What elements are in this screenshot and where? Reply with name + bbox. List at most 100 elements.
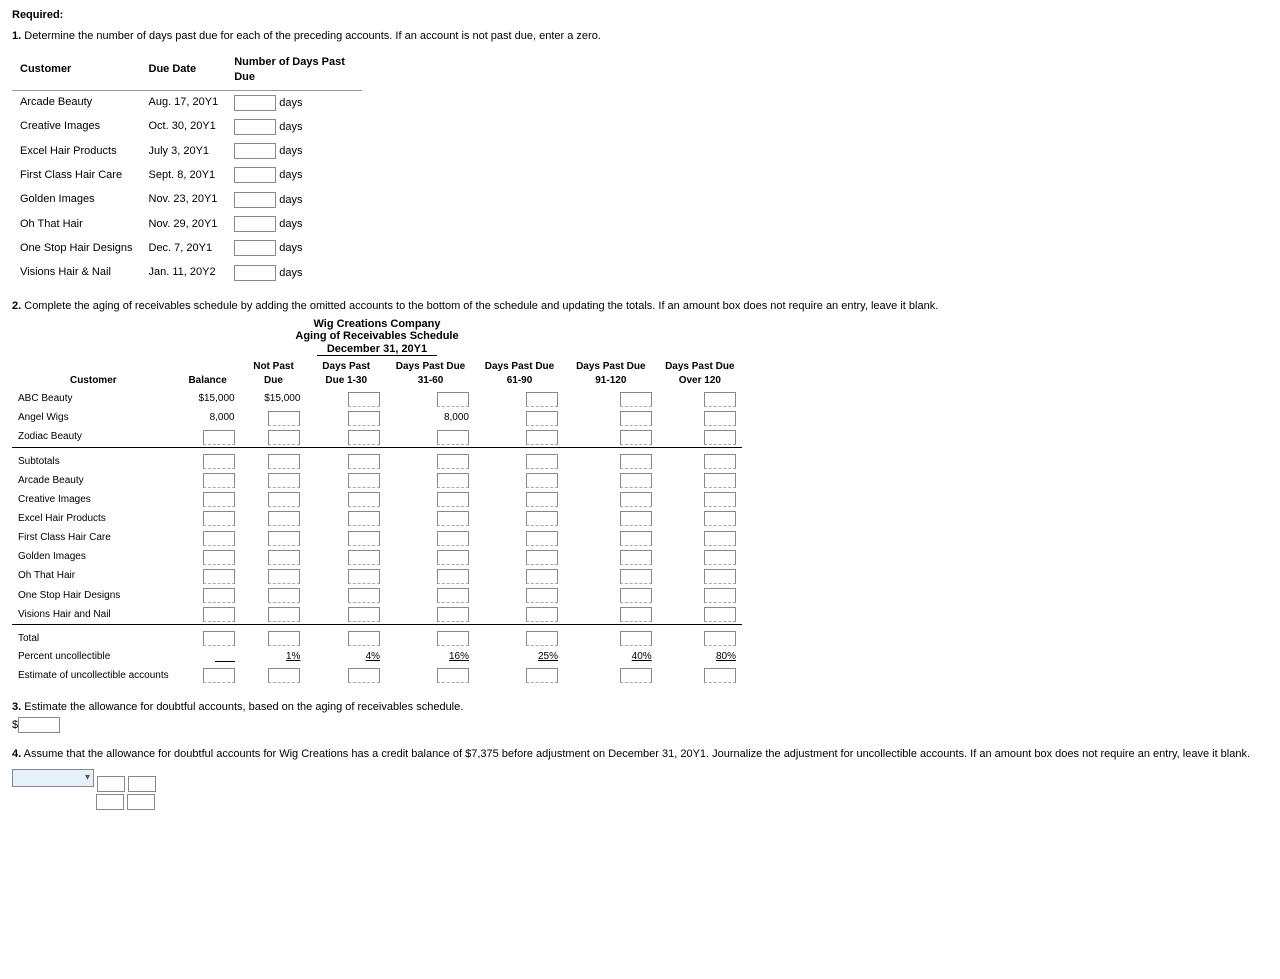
days-input[interactable]: [234, 167, 276, 183]
amount-input[interactable]: [268, 550, 300, 565]
amount-input[interactable]: [268, 588, 300, 603]
amount-input[interactable]: [203, 454, 235, 469]
amount-input[interactable]: [704, 550, 736, 565]
days-input[interactable]: [234, 240, 276, 256]
amount-input[interactable]: [526, 607, 558, 622]
amount-input[interactable]: [620, 454, 652, 469]
amount-input[interactable]: [268, 668, 300, 683]
amount-input[interactable]: [348, 454, 380, 469]
amount-input[interactable]: [620, 588, 652, 603]
days-input[interactable]: [234, 95, 276, 111]
amount-input[interactable]: [268, 430, 300, 445]
amount-input[interactable]: [704, 588, 736, 603]
amount-input[interactable]: [268, 607, 300, 622]
amount-input[interactable]: [437, 550, 469, 565]
amount-input[interactable]: [437, 392, 469, 407]
amount-input[interactable]: [203, 668, 235, 683]
amount-input[interactable]: [437, 588, 469, 603]
amount-input[interactable]: [704, 511, 736, 526]
amount-input[interactable]: [348, 607, 380, 622]
amount-input[interactable]: [704, 607, 736, 622]
amount-input[interactable]: [437, 569, 469, 584]
amount-input[interactable]: [268, 492, 300, 507]
days-input[interactable]: [234, 143, 276, 159]
amount-input[interactable]: [526, 454, 558, 469]
amount-input[interactable]: [437, 631, 469, 646]
amount-input[interactable]: [620, 569, 652, 584]
amount-input[interactable]: [526, 511, 558, 526]
amount-input[interactable]: [526, 492, 558, 507]
amount-input[interactable]: [268, 511, 300, 526]
amount-input[interactable]: [348, 511, 380, 526]
amount-input[interactable]: [268, 454, 300, 469]
amount-input[interactable]: [268, 411, 300, 426]
amount-input[interactable]: [348, 411, 380, 426]
amount-input[interactable]: [704, 531, 736, 546]
amount-input[interactable]: [203, 607, 235, 622]
amount-input[interactable]: [437, 430, 469, 445]
journal-debit-2[interactable]: [96, 794, 124, 810]
amount-input[interactable]: [620, 607, 652, 622]
amount-input[interactable]: [526, 550, 558, 565]
amount-input[interactable]: [526, 588, 558, 603]
journal-credit-2[interactable]: [127, 794, 155, 810]
amount-input[interactable]: [437, 668, 469, 683]
amount-input[interactable]: [437, 531, 469, 546]
journal-credit-1[interactable]: [128, 776, 156, 792]
journal-debit-1[interactable]: [97, 776, 125, 792]
amount-input[interactable]: [348, 430, 380, 445]
amount-input[interactable]: [268, 531, 300, 546]
amount-input[interactable]: [203, 511, 235, 526]
amount-input[interactable]: [348, 492, 380, 507]
amount-input[interactable]: [203, 631, 235, 646]
days-input[interactable]: [234, 265, 276, 281]
amount-input[interactable]: [620, 550, 652, 565]
amount-input[interactable]: [704, 473, 736, 488]
amount-input[interactable]: [268, 473, 300, 488]
amount-input[interactable]: [704, 454, 736, 469]
amount-input[interactable]: [348, 550, 380, 565]
amount-input[interactable]: [526, 392, 558, 407]
amount-input[interactable]: [526, 411, 558, 426]
amount-input[interactable]: [203, 588, 235, 603]
amount-input[interactable]: [704, 411, 736, 426]
amount-input[interactable]: [620, 411, 652, 426]
amount-input[interactable]: [437, 492, 469, 507]
amount-input[interactable]: [620, 473, 652, 488]
amount-input[interactable]: [704, 430, 736, 445]
amount-input[interactable]: [526, 531, 558, 546]
amount-input[interactable]: [203, 430, 235, 445]
amount-input[interactable]: [704, 492, 736, 507]
amount-input[interactable]: [620, 492, 652, 507]
amount-input[interactable]: [620, 511, 652, 526]
amount-input[interactable]: [437, 607, 469, 622]
amount-input[interactable]: [620, 531, 652, 546]
amount-input[interactable]: [203, 473, 235, 488]
amount-input[interactable]: [203, 550, 235, 565]
journal-account-select[interactable]: [12, 769, 94, 787]
amount-input[interactable]: [526, 473, 558, 488]
amount-input[interactable]: [348, 631, 380, 646]
amount-input[interactable]: [348, 531, 380, 546]
amount-input[interactable]: [620, 430, 652, 445]
amount-input[interactable]: [704, 631, 736, 646]
amount-input[interactable]: [437, 511, 469, 526]
amount-input[interactable]: [620, 631, 652, 646]
amount-input[interactable]: [268, 631, 300, 646]
amount-input[interactable]: [268, 569, 300, 584]
amount-input[interactable]: [348, 569, 380, 584]
amount-input[interactable]: [437, 454, 469, 469]
amount-input[interactable]: [348, 473, 380, 488]
days-input[interactable]: [234, 192, 276, 208]
amount-input[interactable]: [348, 588, 380, 603]
amount-input[interactable]: [704, 392, 736, 407]
days-input[interactable]: [234, 216, 276, 232]
days-input[interactable]: [234, 119, 276, 135]
amount-input[interactable]: [526, 430, 558, 445]
amount-input[interactable]: [704, 569, 736, 584]
amount-input[interactable]: [203, 569, 235, 584]
amount-input[interactable]: [437, 473, 469, 488]
allowance-input[interactable]: [18, 717, 60, 733]
amount-input[interactable]: [620, 392, 652, 407]
amount-input[interactable]: [526, 569, 558, 584]
